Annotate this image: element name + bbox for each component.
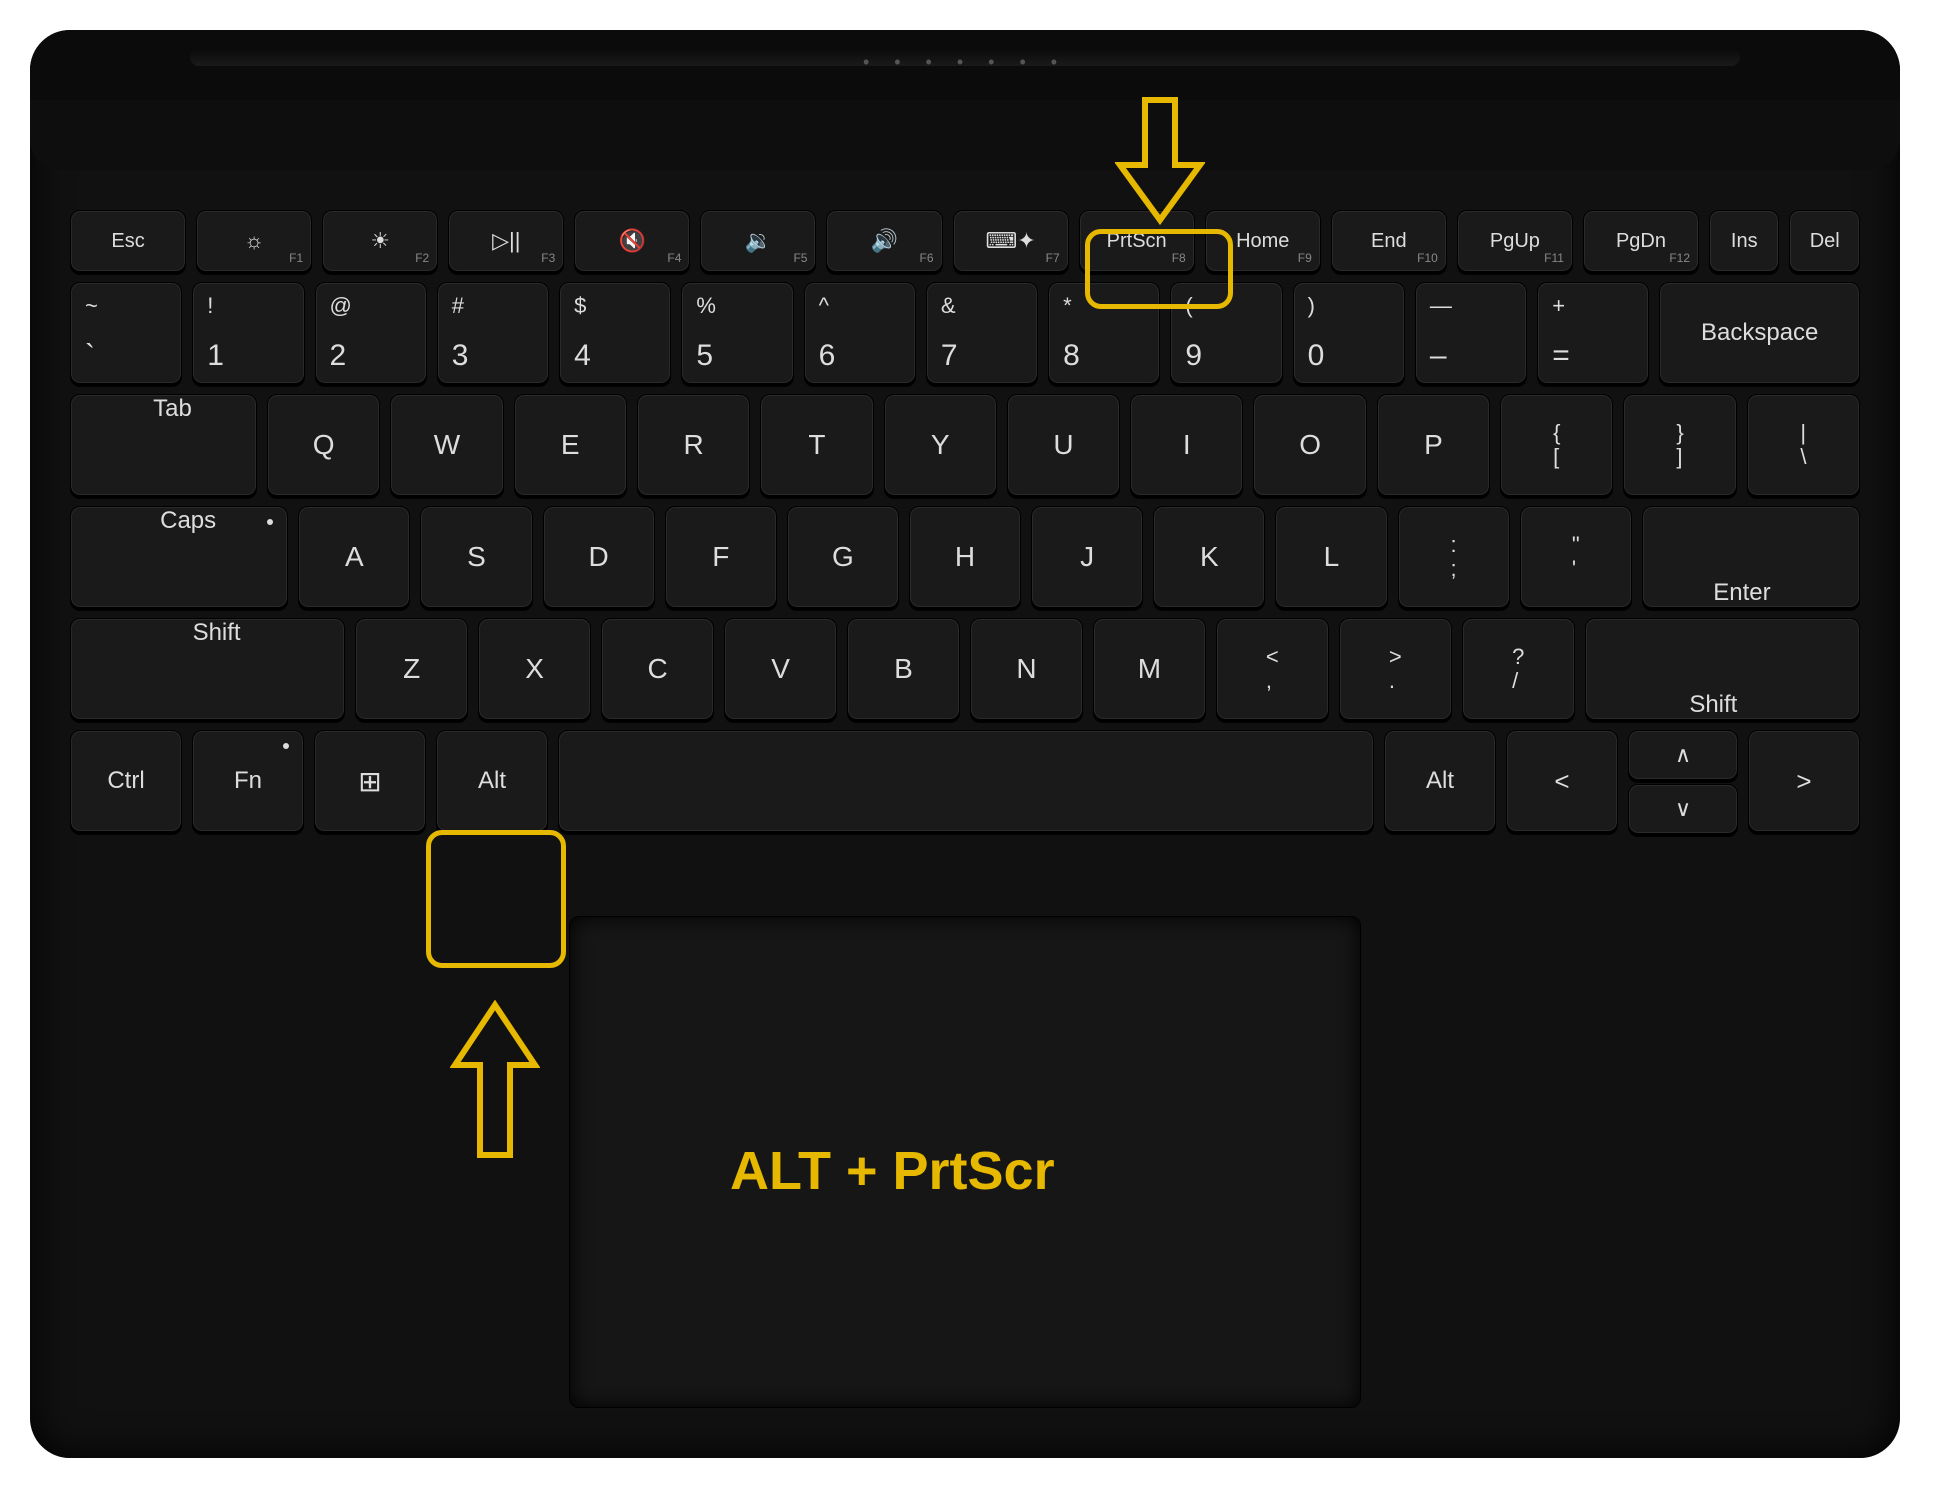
key-punc[interactable]: ?/ [1462,618,1575,720]
key-alt-left[interactable]: Alt [436,730,548,832]
key-s[interactable]: S [420,506,532,608]
key-j[interactable]: J [1031,506,1143,608]
key-q[interactable]: Q [267,394,380,496]
key-arrow-down[interactable]: ∨ [1628,784,1738,834]
key-brightness-down[interactable]: ☼F1 [196,210,312,272]
key-1[interactable]: !1 [192,282,304,384]
shift-row: ShiftZXCVBNM<,>.?/Shift [70,618,1860,720]
key-g[interactable]: G [787,506,899,608]
key-h[interactable]: H [909,506,1021,608]
key-del[interactable]: Del [1789,210,1859,272]
key-l[interactable]: L [1275,506,1387,608]
key-0[interactable]: )0 [1293,282,1405,384]
key-mute[interactable]: 🔇F4 [574,210,690,272]
key-shift-left[interactable]: Shift [70,618,345,720]
key-5[interactable]: %5 [681,282,793,384]
key-volume-down[interactable]: 🔉F5 [700,210,816,272]
key-`[interactable]: ~` [70,282,182,384]
key-volume-up[interactable]: 🔊F6 [826,210,942,272]
key-v[interactable]: V [724,618,837,720]
key-pgdn[interactable]: PgDnF12 [1583,210,1699,272]
key-punc[interactable]: >. [1339,618,1452,720]
function-row: Esc☼F1☀F2▷||F3🔇F4🔉F5🔊F6⌨✦F7PrtScnF8HomeF… [70,210,1860,272]
keyboard-deck-edge [30,100,1900,170]
key-windows[interactable]: ⊞ [314,730,426,832]
windows-icon: ⊞ [358,765,381,798]
key-k[interactable]: K [1153,506,1265,608]
key-–[interactable]: —– [1415,282,1527,384]
key-arrow-updown: ∧∨ [1628,730,1738,834]
key-fn[interactable]: Fn [192,730,304,832]
key-arrow-up[interactable]: ∧ [1628,730,1738,780]
key-backlight[interactable]: ⌨✦F7 [953,210,1069,272]
key-][interactable]: }] [1623,394,1736,496]
key-ins[interactable]: Ins [1709,210,1779,272]
key-d[interactable]: D [543,506,655,608]
key-2[interactable]: @2 [315,282,427,384]
arrow-down-icon [1115,95,1205,225]
surface-keyboard: • • • • • • • Esc☼F1☀F2▷||F3🔇F4🔉F5🔊F6⌨✦F… [30,30,1900,1458]
key-7[interactable]: &7 [926,282,1038,384]
key-arrow-right[interactable]: > [1748,730,1860,832]
key-home[interactable]: HomeF9 [1205,210,1321,272]
key-9[interactable]: (9 [1170,282,1282,384]
key-f[interactable]: F [665,506,777,608]
key-pgup[interactable]: PgUpF11 [1457,210,1573,272]
key-tab[interactable]: Tab [70,394,257,496]
key-w[interactable]: W [390,394,503,496]
key-space[interactable] [558,730,1374,832]
arrow-up-icon [450,1000,540,1160]
key-b[interactable]: B [847,618,960,720]
key-shift-right[interactable]: Shift [1585,618,1860,720]
key-=[interactable]: += [1537,282,1649,384]
key-enter[interactable]: Enter [1642,506,1860,608]
key-r[interactable]: R [637,394,750,496]
key-8[interactable]: *8 [1048,282,1160,384]
key-3[interactable]: #3 [437,282,549,384]
key-e[interactable]: E [514,394,627,496]
number-row: ~`!1@2#3$4%5^6&7*8(9)0—–+=Backspace [70,282,1860,384]
keyboard-hinge: • • • • • • • [30,30,1900,102]
key-o[interactable]: O [1253,394,1366,496]
key-4[interactable]: $4 [559,282,671,384]
key-esc[interactable]: Esc [70,210,186,272]
key-grid: Esc☼F1☀F2▷||F3🔇F4🔉F5🔊F6⌨✦F7PrtScnF8HomeF… [70,210,1860,844]
bottom-row: CtrlFn⊞AltAlt<∧∨> [70,730,1860,834]
key-arrow-left[interactable]: < [1506,730,1618,832]
qwerty-row: TabQWERTYUIOP{[}]|\ [70,394,1860,496]
key-m[interactable]: M [1093,618,1206,720]
key-[[interactable]: {[ [1500,394,1613,496]
shortcut-caption: ALT + PrtScr [730,1140,1055,1202]
key-alt-right[interactable]: Alt [1384,730,1496,832]
key-6[interactable]: ^6 [804,282,916,384]
key-punc[interactable]: :; [1398,506,1510,608]
key-c[interactable]: C [601,618,714,720]
key-z[interactable]: Z [355,618,468,720]
key-a[interactable]: A [298,506,410,608]
key-t[interactable]: T [760,394,873,496]
key-end[interactable]: EndF10 [1331,210,1447,272]
key-backspace[interactable]: Backspace [1659,282,1859,384]
key-n[interactable]: N [970,618,1083,720]
key-u[interactable]: U [1007,394,1120,496]
key-brightness-up[interactable]: ☀F2 [322,210,438,272]
key-punc[interactable]: "' [1520,506,1632,608]
key-capslock[interactable]: Caps [70,506,288,608]
key-\[interactable]: |\ [1747,394,1860,496]
key-i[interactable]: I [1130,394,1243,496]
key-ctrl[interactable]: Ctrl [70,730,182,832]
pogo-pins: • • • • • • • [863,52,1067,73]
home-row: CapsASDFGHJKL:;"'Enter [70,506,1860,608]
key-y[interactable]: Y [884,394,997,496]
key-punc[interactable]: <, [1216,618,1329,720]
key-p[interactable]: P [1377,394,1490,496]
key-play-pause[interactable]: ▷||F3 [448,210,564,272]
key-x[interactable]: X [478,618,591,720]
